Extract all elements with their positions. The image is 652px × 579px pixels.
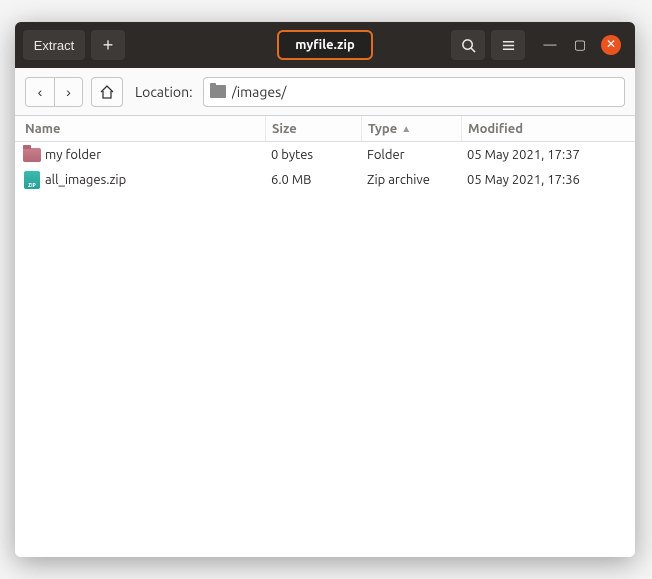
- headerbar: Extract + myfile.zip — ▢ ✕: [15, 22, 635, 68]
- column-header-size[interactable]: Size: [265, 116, 361, 141]
- file-type: Zip archive: [361, 173, 461, 187]
- list-item[interactable]: all_images.zip 6.0 MB Zip archive 05 May…: [15, 167, 635, 192]
- zip-icon: [23, 171, 41, 189]
- home-button[interactable]: [91, 77, 123, 107]
- hamburger-menu-button[interactable]: [491, 30, 525, 60]
- location-field[interactable]: [203, 77, 625, 107]
- location-input[interactable]: [232, 84, 618, 100]
- column-header-name[interactable]: Name: [15, 122, 265, 136]
- column-header-type[interactable]: Type ▲: [361, 116, 461, 141]
- new-tab-button[interactable]: +: [91, 30, 125, 60]
- file-modified: 05 May 2021, 17:37: [461, 148, 635, 162]
- forward-button[interactable]: ›: [54, 78, 82, 106]
- file-size: 6.0 MB: [265, 173, 361, 187]
- file-name: my folder: [45, 148, 101, 162]
- minimize-button[interactable]: —: [541, 36, 559, 54]
- nav-group: ‹ ›: [25, 77, 83, 107]
- sort-indicator-icon: ▲: [401, 123, 411, 135]
- location-label: Location:: [135, 84, 193, 100]
- back-button[interactable]: ‹: [26, 78, 54, 106]
- toolbar: ‹ › Location:: [15, 68, 635, 116]
- column-header-type-label: Type: [368, 122, 397, 136]
- extract-button[interactable]: Extract: [23, 30, 85, 60]
- file-list: my folder 0 bytes Folder 05 May 2021, 17…: [15, 142, 635, 557]
- folder-icon: [210, 85, 226, 98]
- home-icon: [99, 84, 115, 100]
- menu-icon: [501, 38, 516, 53]
- search-button[interactable]: [451, 30, 485, 60]
- column-headers: Name Size Type ▲ Modified: [15, 116, 635, 142]
- folder-icon: [23, 146, 41, 164]
- maximize-button[interactable]: ▢: [571, 36, 589, 54]
- file-size: 0 bytes: [265, 148, 361, 162]
- archive-manager-window: Extract + myfile.zip — ▢ ✕ ‹ ›: [15, 22, 635, 557]
- file-modified: 05 May 2021, 17:36: [461, 173, 635, 187]
- search-icon: [461, 38, 476, 53]
- window-title: myfile.zip: [277, 30, 373, 60]
- close-button[interactable]: ✕: [601, 35, 621, 55]
- file-name: all_images.zip: [45, 173, 126, 187]
- list-item[interactable]: my folder 0 bytes Folder 05 May 2021, 17…: [15, 142, 635, 167]
- file-type: Folder: [361, 148, 461, 162]
- column-header-modified[interactable]: Modified: [461, 116, 635, 141]
